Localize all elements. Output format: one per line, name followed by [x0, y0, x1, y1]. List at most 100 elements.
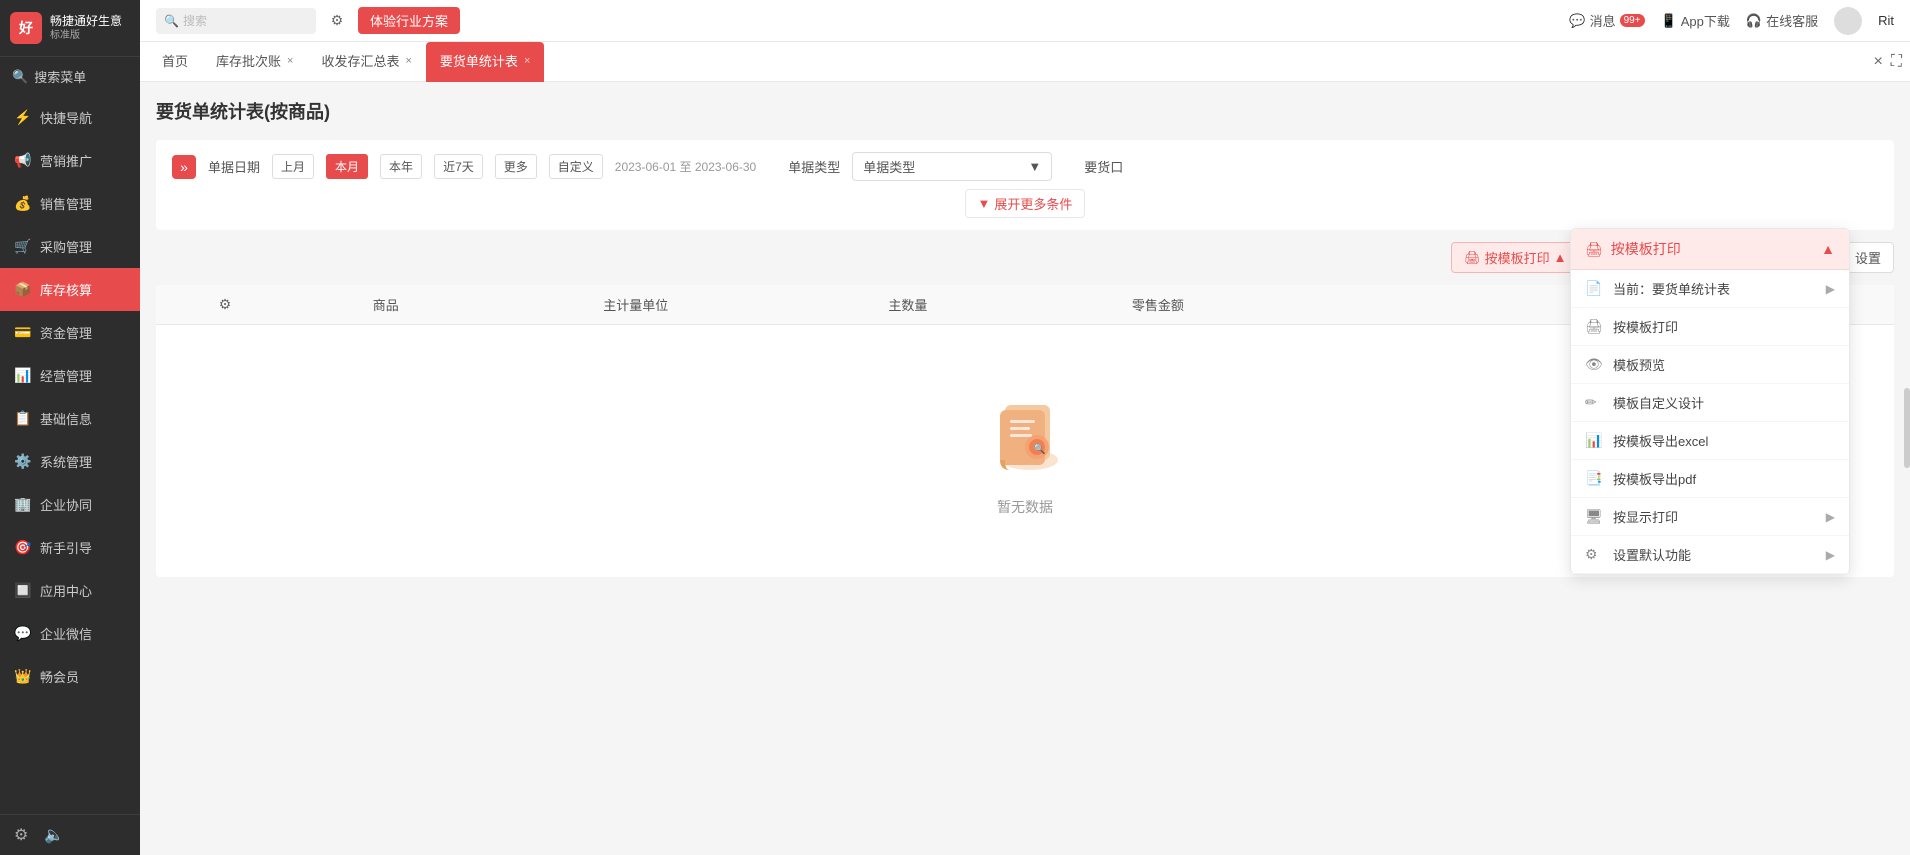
message-action[interactable]: 💬 消息 99+ [1569, 11, 1644, 30]
date-btn-last-month[interactable]: 上月 [272, 154, 314, 179]
search-icon: 🔍 [164, 14, 179, 28]
global-search[interactable]: 🔍 搜索 [156, 8, 316, 34]
sidebar-item-member[interactable]: 👑 畅会员 [0, 655, 140, 698]
date-btn-this-month[interactable]: 本月 [326, 154, 368, 179]
sidebar-item-wechat[interactable]: 💬 企业微信 [0, 612, 140, 655]
dropdown-display-print[interactable]: 🖥 按显示打印 ▶ [1571, 498, 1849, 536]
dropdown-printer-icon: 🖨 [1585, 241, 1603, 258]
sidebar-item-sales[interactable]: 💰 销售管理 [0, 182, 140, 225]
window-close-button[interactable]: × [1873, 53, 1882, 71]
search-icon: 🔍 [12, 69, 28, 85]
sidebar-item-marketing[interactable]: 📢 营销推广 [0, 139, 140, 182]
window-maximize-button[interactable]: ⛶ [1891, 53, 1902, 71]
excel-icon: 📊 [1585, 432, 1603, 449]
tab-demand-close-icon[interactable]: × [524, 55, 530, 67]
sidebar-item-basic[interactable]: 📋 基础信息 [0, 397, 140, 440]
tab-bar: 首页 库存批次账 × 收发存汇总表 × 要货单统计表 × × ⛶ [140, 42, 1910, 82]
type-label: 单据类型 [788, 157, 840, 176]
table-settings-icon[interactable]: ⚙ [219, 296, 232, 312]
system-icon: ⚙️ [14, 453, 32, 471]
dropdown-item-preview[interactable]: 👁 模板预览 [1571, 346, 1849, 384]
appstore-icon: 🔲 [14, 582, 32, 600]
date-btn-this-year[interactable]: 本年 [380, 154, 422, 179]
service-icon: 🎧 [1746, 13, 1762, 29]
dropdown-item-print[interactable]: 🖨 按模板打印 [1571, 308, 1849, 346]
online-service-action[interactable]: 🎧 在线客服 [1746, 11, 1818, 30]
date-btn-custom[interactable]: 自定义 [549, 154, 603, 179]
app-download-action[interactable]: 📱 App下载 [1661, 11, 1730, 30]
enterprise-icon: 🏢 [14, 496, 32, 514]
default-function-icon: ⚙ [1585, 546, 1603, 563]
wechat-icon: 💬 [14, 625, 32, 643]
tab-batch-close-icon[interactable]: × [287, 55, 293, 67]
col-settings[interactable]: ⚙ [156, 285, 294, 325]
sidebar-item-newbie[interactable]: 🎯 新手引导 [0, 526, 140, 569]
template-file-icon: 📄 [1585, 280, 1603, 297]
type-select[interactable]: 单据类型 ▼ [852, 152, 1052, 181]
dropdown-item-export-excel[interactable]: 📊 按模板导出excel [1571, 422, 1849, 460]
sidebar-item-operation[interactable]: 📊 经营管理 [0, 354, 140, 397]
footer-sound-icon[interactable]: 🔈 [44, 825, 64, 845]
sidebar-item-appstore[interactable]: 🔲 应用中心 [0, 569, 140, 612]
trial-industry-button[interactable]: 体验行业方案 [358, 7, 460, 34]
demand-type-label: 要货口 [1084, 157, 1123, 176]
printer-icon: 🖨 [1464, 250, 1481, 266]
finance-icon: 💳 [14, 324, 32, 342]
footer-settings-icon[interactable]: ⚙ [14, 825, 28, 845]
date-btn-7days[interactable]: 近7天 [434, 154, 483, 179]
header-left: 🔍 搜索 ⚙ 体验行业方案 [156, 7, 460, 34]
sidebar-search-item[interactable]: 🔍 搜索菜单 [0, 57, 140, 96]
username-label: Rit [1878, 13, 1894, 28]
filter-bar: » 单据日期 上月 本月 本年 近7天 更多 自定义 2023-06-01 至 … [156, 140, 1894, 230]
print-template-button[interactable]: 🖨 按模板打印 ▲ [1451, 242, 1579, 273]
date-range-text: 2023-06-01 至 2023-06-30 [615, 158, 756, 175]
basic-icon: 📋 [14, 410, 32, 428]
print-dropdown: 🖨 按模板打印 ▲ 📄 当前：要货单统计表 ▶ 🖨 按模板打印 👁 模板预览 [1570, 228, 1850, 575]
sidebar-nav: ⚡ 快捷导航 📢 营销推广 💰 销售管理 🛒 采购管理 📦 库存核算 💳 资金管… [0, 96, 140, 814]
col-unit: 主计量单位 [478, 285, 794, 325]
tab-batch[interactable]: 库存批次账 × [202, 42, 307, 82]
dropdown-item-export-pdf[interactable]: 📑 按模板导出pdf [1571, 460, 1849, 498]
member-icon: 👑 [14, 668, 32, 686]
dropdown-chevron-up-icon[interactable]: ▲ [1821, 241, 1835, 257]
preview-icon: 👁 [1585, 356, 1603, 373]
sales-icon: 💰 [14, 195, 32, 213]
filter-expand-icon[interactable]: » [172, 155, 196, 179]
logo-icon: 好 [10, 12, 42, 44]
app-download-icon: 📱 [1661, 13, 1677, 29]
sidebar-item-enterprise[interactable]: 🏢 企业协同 [0, 483, 140, 526]
header-right: 💬 消息 99+ 📱 App下载 🎧 在线客服 Rit [1569, 7, 1894, 35]
sidebar-item-shortcut[interactable]: ⚡ 快捷导航 [0, 96, 140, 139]
sidebar-item-purchase[interactable]: 🛒 采购管理 [0, 225, 140, 268]
expand-icon: ▼ [978, 196, 991, 211]
col-qty: 主数量 [794, 285, 1022, 325]
expand-more-btn[interactable]: ▼ 展开更多条件 [965, 189, 1086, 218]
sidebar-item-finance[interactable]: 💳 资金管理 [0, 311, 140, 354]
tab-receivables-close-icon[interactable]: × [405, 55, 411, 67]
design-icon: ✏ [1585, 394, 1603, 411]
dropdown-default-function[interactable]: ⚙ 设置默认功能 ▶ [1571, 536, 1849, 574]
filter-row-2: ▼ 展开更多条件 [172, 189, 1878, 218]
date-btn-more[interactable]: 更多 [495, 154, 537, 179]
user-avatar[interactable] [1834, 7, 1862, 35]
scroll-hint[interactable] [1904, 388, 1910, 468]
date-label: 单据日期 [208, 157, 260, 176]
sidebar-footer: ⚙ 🔈 [0, 814, 140, 855]
tab-demand[interactable]: 要货单统计表 × [426, 42, 544, 82]
dropdown-item-design[interactable]: ✏ 模板自定义设计 [1571, 384, 1849, 422]
top-header: 🔍 搜索 ⚙ 体验行业方案 💬 消息 99+ 📱 App下载 🎧 在线客服 Ri… [140, 0, 1910, 42]
chevron-down-icon: ▼ [1028, 159, 1041, 174]
tab-home[interactable]: 首页 [148, 42, 202, 82]
marketing-icon: 📢 [14, 152, 32, 170]
display-print-icon: 🖥 [1585, 508, 1603, 525]
sidebar-logo: 好 畅捷通好生意 标准版 [0, 0, 140, 57]
svg-text:🔍: 🔍 [1033, 442, 1045, 455]
header-gear-button[interactable]: ⚙ [324, 8, 350, 34]
sidebar-item-system[interactable]: ⚙️ 系统管理 [0, 440, 140, 483]
dropdown-current-template[interactable]: 📄 当前：要货单统计表 ▶ [1571, 270, 1849, 308]
tab-window-controls: × ⛶ [1873, 53, 1902, 71]
newbie-icon: 🎯 [14, 539, 32, 557]
sidebar-item-inventory[interactable]: 📦 库存核算 [0, 268, 140, 311]
inventory-icon: 📦 [14, 281, 32, 299]
tab-receivables[interactable]: 收发存汇总表 × [307, 42, 425, 82]
